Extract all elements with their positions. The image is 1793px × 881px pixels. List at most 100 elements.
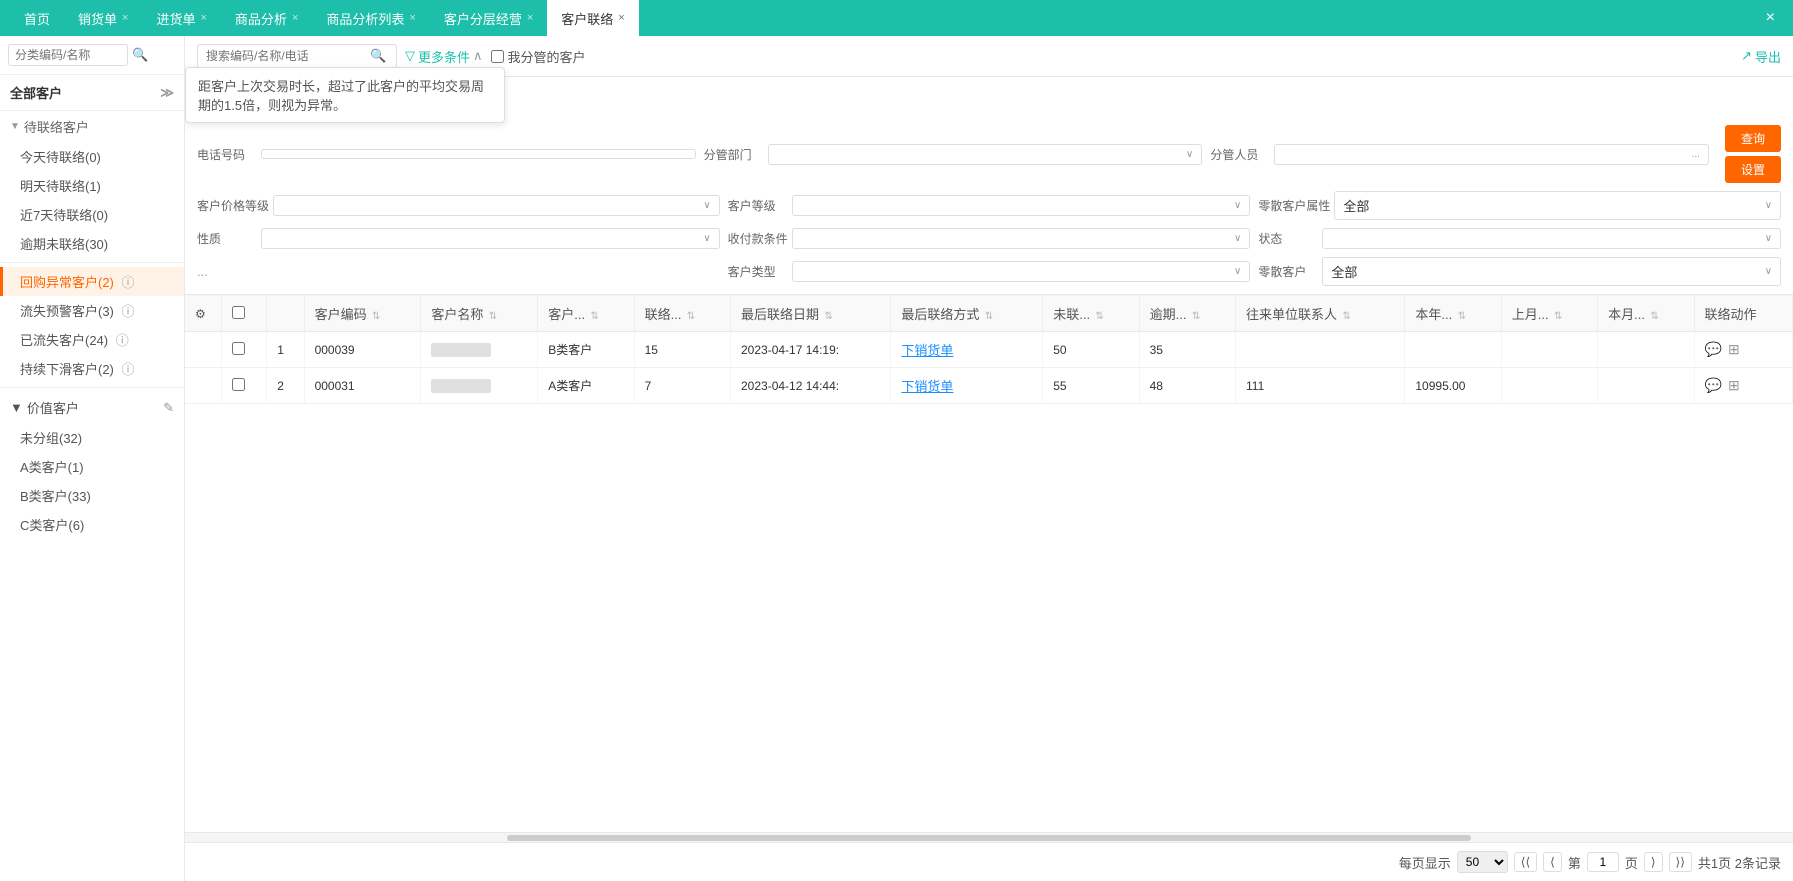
th-last-month[interactable]: 上月... ⇅: [1501, 296, 1597, 332]
sidebar-overdue-pending[interactable]: 逾期未联络(30): [0, 229, 184, 258]
value-customers-header[interactable]: ▼ 价值客户 ✎: [0, 392, 184, 423]
scrollbar-thumb[interactable]: [507, 835, 1472, 841]
th-checkbox[interactable]: [221, 296, 267, 332]
customer-level-select[interactable]: ∨: [792, 195, 1251, 216]
search-box: 🔍: [197, 44, 397, 68]
action-more-icon-0[interactable]: ⊞: [1728, 341, 1740, 358]
customer-type-select[interactable]: ∨: [792, 261, 1251, 282]
th-uncontacted-sort[interactable]: ⇅: [1095, 311, 1103, 322]
select-all-checkbox[interactable]: [232, 306, 245, 319]
branch-person-select[interactable]: ...: [1274, 144, 1709, 165]
last-contact-method-link-1[interactable]: 下销货单: [901, 379, 953, 394]
branch-dept-select[interactable]: ∨: [768, 144, 1203, 165]
retail-customer-select[interactable]: 全部 ∨: [1322, 257, 1781, 286]
th-code-sort[interactable]: ⇅: [372, 311, 380, 322]
nav-customer-tier-close[interactable]: ×: [527, 12, 533, 24]
th-overdue[interactable]: 逾期... ⇅: [1139, 296, 1235, 332]
td-last-contact-method-1[interactable]: 下销货单: [891, 368, 1043, 404]
search-input[interactable]: [206, 49, 366, 63]
next-page-button[interactable]: ⟩: [1644, 852, 1663, 872]
th-unit-contact-sort[interactable]: ⇅: [1342, 311, 1350, 322]
th-this-year[interactable]: 本年... ⇅: [1405, 296, 1501, 332]
th-overdue-sort[interactable]: ⇅: [1192, 311, 1200, 322]
th-contact[interactable]: 联络... ⇅: [634, 296, 730, 332]
my-customers-checkbox-label[interactable]: 我分管的客户: [491, 47, 586, 66]
more-dots-1[interactable]: ...: [197, 264, 208, 279]
th-last-contact-method-sort[interactable]: ⇅: [985, 311, 993, 322]
nav-sales-close[interactable]: ×: [122, 12, 128, 24]
export-button[interactable]: ↗ 导出: [1741, 47, 1781, 66]
sidebar-collapse-icon[interactable]: ≫: [160, 85, 174, 101]
sidebar-today-pending[interactable]: 今天待联络(0): [0, 142, 184, 171]
th-this-month[interactable]: 本月... ⇅: [1598, 296, 1694, 332]
first-page-button[interactable]: ⟨⟨: [1514, 852, 1537, 872]
phone-input[interactable]: [261, 149, 696, 159]
row-checkbox-1[interactable]: [232, 378, 245, 391]
nav-customer-contact-close[interactable]: ×: [618, 12, 624, 24]
last-contact-method-link-0[interactable]: 下销货单: [901, 343, 953, 358]
sidebar-class-a[interactable]: A类客户(1): [0, 452, 184, 481]
sidebar-unclassified[interactable]: 未分组(32): [0, 423, 184, 452]
nav-analysis-list-close[interactable]: ×: [409, 12, 415, 24]
nav-customer-tier[interactable]: 客户分层经营 ×: [430, 0, 547, 36]
td-last-contact-method-0[interactable]: 下销货单: [891, 332, 1043, 368]
sidebar-already-lost[interactable]: 已流失客户(24) ⓘ: [0, 325, 184, 354]
my-customers-checkbox[interactable]: [491, 50, 504, 63]
sidebar-continuous-drop[interactable]: 持续下滑客户(2) ⓘ: [0, 354, 184, 383]
th-last-month-sort[interactable]: ⇅: [1554, 311, 1562, 322]
th-contact-sort[interactable]: ⇅: [687, 311, 695, 322]
retail-attr-select[interactable]: 全部 ∨: [1334, 191, 1781, 220]
toolbar-search-icon[interactable]: 🔍: [370, 48, 386, 64]
action-more-icon-1[interactable]: ⊞: [1728, 377, 1740, 394]
settings-button[interactable]: 设置: [1725, 156, 1781, 183]
nav-customer-contact[interactable]: 客户联络 ×: [547, 0, 638, 36]
sidebar-search-icon[interactable]: 🔍: [132, 47, 148, 63]
th-last-contact-method[interactable]: 最后联络方式 ⇅: [891, 296, 1043, 332]
gender-select[interactable]: ∨: [261, 228, 720, 249]
sidebar-class-b[interactable]: B类客户(33): [0, 481, 184, 510]
nav-sales[interactable]: 销货单 ×: [64, 0, 142, 36]
sidebar-lost-warning[interactable]: 流失预警客户(3) ⓘ: [0, 296, 184, 325]
th-uncontacted[interactable]: 未联... ⇅: [1043, 296, 1139, 332]
query-button[interactable]: 查询: [1725, 125, 1781, 152]
status-select[interactable]: ∨: [1322, 228, 1781, 249]
nav-purchase[interactable]: 进货单 ×: [142, 0, 220, 36]
price-level-select[interactable]: ∨: [273, 195, 720, 216]
th-code[interactable]: 客户编码 ⇅: [304, 296, 421, 332]
nav-analysis-close[interactable]: ×: [292, 12, 298, 24]
sidebar-repurchase-abnormal[interactable]: 回购异常客户(2) ⓘ: [0, 267, 184, 296]
th-type[interactable]: 客户... ⇅: [538, 296, 634, 332]
pending-contact-section[interactable]: ▼ 待联络客户: [0, 111, 184, 142]
nav-home[interactable]: 首页: [10, 0, 64, 36]
td-checkbox-1[interactable]: [221, 368, 267, 404]
th-last-contact-date-sort[interactable]: ⇅: [824, 311, 832, 322]
th-last-contact-date[interactable]: 最后联络日期 ⇅: [731, 296, 891, 332]
page-input[interactable]: [1587, 852, 1619, 872]
th-type-sort[interactable]: ⇅: [590, 311, 598, 322]
sidebar-week-pending[interactable]: 近7天待联络(0): [0, 200, 184, 229]
row-checkbox-0[interactable]: [232, 342, 245, 355]
last-page-button[interactable]: ⟩⟩: [1669, 852, 1692, 872]
value-customers-edit-icon[interactable]: ✎: [163, 400, 174, 416]
payment-select[interactable]: ∨: [792, 228, 1251, 249]
th-this-month-sort[interactable]: ⇅: [1650, 311, 1658, 322]
nav-purchase-close[interactable]: ×: [200, 12, 206, 24]
nav-analysis[interactable]: 商品分析 ×: [221, 0, 312, 36]
action-chat-icon-0[interactable]: 💬: [1705, 341, 1722, 358]
sidebar-tomorrow-pending[interactable]: 明天待联络(1): [0, 171, 184, 200]
sidebar-class-c[interactable]: C类客户(6): [0, 510, 184, 539]
action-chat-icon-1[interactable]: 💬: [1705, 377, 1722, 394]
th-name-sort[interactable]: ⇅: [489, 311, 497, 322]
sidebar-search-input[interactable]: [8, 44, 128, 66]
th-unit-contact[interactable]: 往来单位联系人 ⇅: [1236, 296, 1405, 332]
th-name[interactable]: 客户名称 ⇅: [421, 296, 538, 332]
prev-page-button[interactable]: ⟨: [1543, 852, 1562, 872]
more-conditions-button[interactable]: ▽ 更多条件 ∧: [405, 47, 483, 66]
td-checkbox-0[interactable]: [221, 332, 267, 368]
nav-analysis-list[interactable]: 商品分析列表 ×: [312, 0, 429, 36]
horizontal-scrollbar[interactable]: [185, 832, 1793, 842]
page-size-select[interactable]: 50 100: [1457, 851, 1508, 873]
th-settings[interactable]: ⚙: [185, 296, 221, 332]
th-this-year-sort[interactable]: ⇅: [1458, 311, 1466, 322]
window-close-button[interactable]: ×: [1758, 9, 1783, 27]
